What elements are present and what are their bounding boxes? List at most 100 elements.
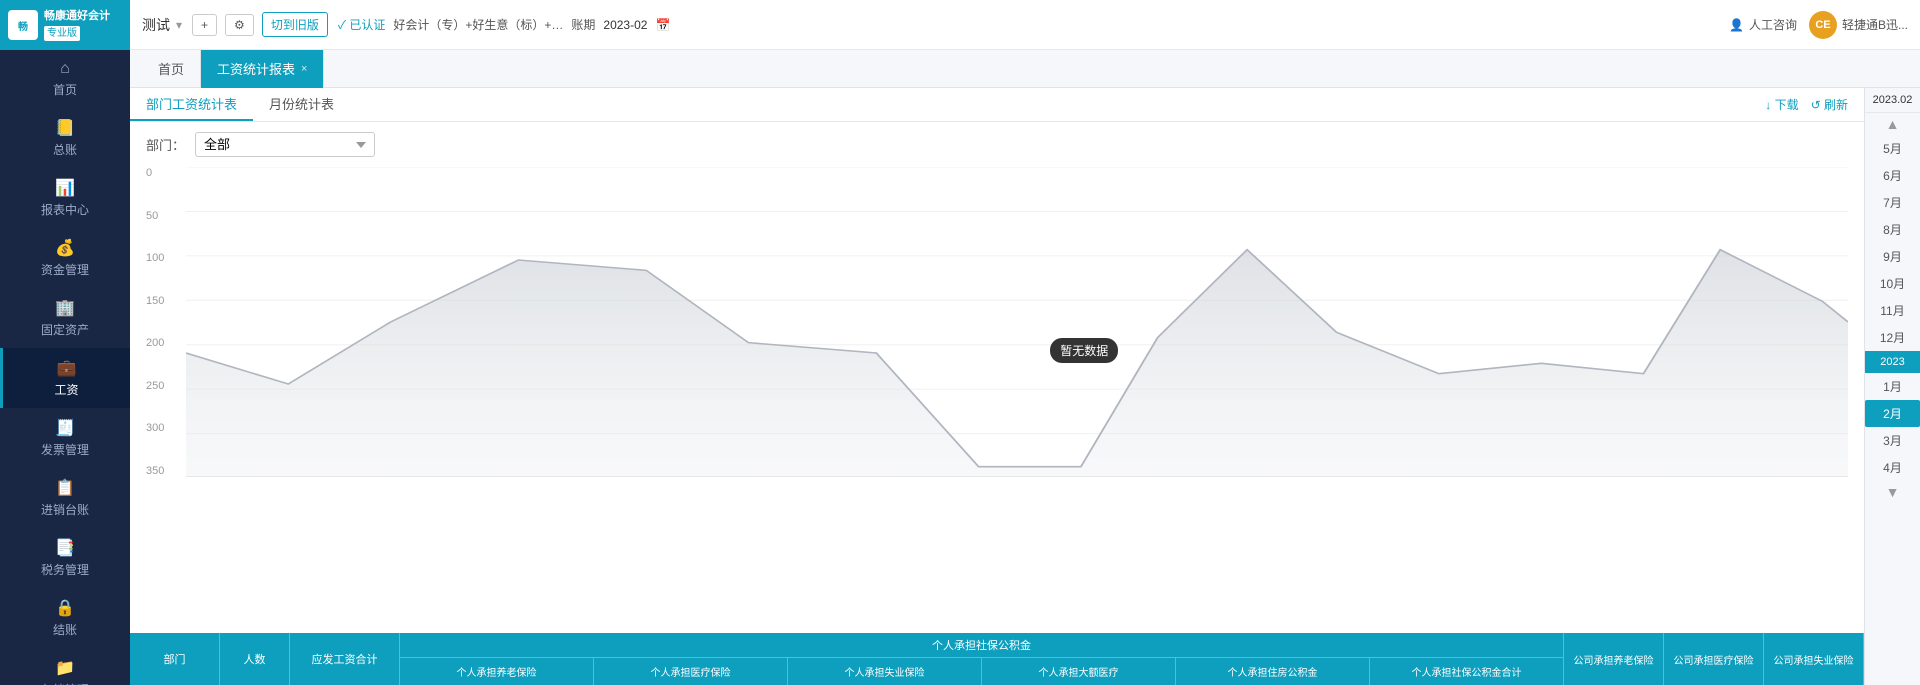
- topbar-right: 👤 人工咨询 CE 轻捷通B迅...: [1729, 11, 1908, 39]
- personal-col-5: 个人承担社保公积金合计: [1370, 658, 1563, 685]
- sidebar-item-close[interactable]: 🔒结账: [0, 588, 130, 648]
- content-wrapper: 部门工资统计表 月份统计表 ↓ 下载 ↺ 刷新 部门： 全部销售部技术部财务部行…: [130, 88, 1920, 685]
- chart-y-labels: 350300250200150100500: [146, 167, 186, 477]
- subtabs-row: 部门工资统计表 月份统计表 ↓ 下载 ↺ 刷新: [130, 88, 1864, 122]
- main-area: 测试 ▾ + ⚙ 切到旧版 ✓ 已认证 好会计（专）+好生意（标）+… 账期 2…: [130, 0, 1920, 685]
- sidebar-item-reports[interactable]: 📊报表中心: [0, 168, 130, 228]
- month-5[interactable]: 5月: [1865, 135, 1920, 162]
- y-label: 100: [146, 252, 186, 264]
- subtab-actions: ↓ 下载 ↺ 刷新: [1765, 96, 1848, 113]
- sidebar-item-invoice[interactable]: 🧾发票管理: [0, 408, 130, 468]
- y-label: 250: [146, 380, 186, 392]
- subtab-monthly[interactable]: 月份统计表: [253, 88, 350, 121]
- month-11[interactable]: 11月: [1865, 297, 1920, 324]
- funds-icon: 💰: [55, 238, 75, 258]
- topbar: 测试 ▾ + ⚙ 切到旧版 ✓ 已认证 好会计（专）+好生意（标）+… 账期 2…: [130, 0, 1920, 50]
- sidebar-item-label: 归档管理: [41, 681, 89, 685]
- download-button[interactable]: ↓ 下载: [1765, 96, 1798, 113]
- month-10[interactable]: 10月: [1865, 270, 1920, 297]
- personal-col-4: 个人承担住房公积金: [1176, 658, 1370, 685]
- topbar-status: ✓ 已认证 好会计（专）+好生意（标）+… 账期 2023-02 📅: [338, 16, 1719, 33]
- month-1[interactable]: 1月: [1865, 373, 1920, 400]
- year-display: 2023.02: [1865, 88, 1920, 113]
- dept-filter-label: 部门：: [146, 135, 185, 154]
- chart-svg: [186, 167, 1848, 477]
- col-company-unemp: 公司承担失业保险: [1764, 633, 1864, 685]
- personal-group-title: 个人承担社保公积金: [400, 633, 1563, 658]
- help-icon: 👤: [1729, 18, 1744, 32]
- sidebar-item-label: 结账: [53, 621, 77, 638]
- year-nav-down[interactable]: ▼: [1865, 481, 1920, 503]
- sidebar-item-assets[interactable]: 🏢 固定资产: [0, 288, 130, 348]
- tabbar: 首页 工资统计报表 ×: [130, 50, 1920, 88]
- month-7[interactable]: 7月: [1865, 189, 1920, 216]
- sidebar-item-ledger[interactable]: 📒 总账: [0, 108, 130, 168]
- user-menu[interactable]: CE 轻捷通B迅...: [1809, 11, 1908, 39]
- col-dept: 部门: [130, 633, 220, 685]
- month-2[interactable]: 2月: [1865, 400, 1920, 427]
- y-label: 150: [146, 295, 186, 307]
- invoice-icon: 🧾: [55, 418, 75, 438]
- sidebar-item-label: 进销台账: [41, 501, 89, 518]
- personal-group-children: 个人承担养老保险个人承担医疗保险个人承担失业保险个人承担大额医疗个人承担住房公积…: [400, 658, 1563, 685]
- archive-icon: 📁: [55, 658, 75, 678]
- month-9[interactable]: 9月: [1865, 243, 1920, 270]
- year-nav-up[interactable]: ▲: [1865, 113, 1920, 135]
- col-company-medical: 公司承担医疗保险: [1664, 633, 1764, 685]
- sidebar-item-tax[interactable]: 📑税务管理: [0, 528, 130, 588]
- assets-icon: 🏢: [55, 298, 75, 318]
- sidebar-item-label: 税务管理: [41, 561, 89, 578]
- certified-badge: ✓ 已认证: [338, 16, 386, 33]
- project-name: 测试: [142, 15, 170, 35]
- tab-close-icon[interactable]: ×: [301, 63, 307, 75]
- add-button[interactable]: +: [192, 14, 217, 36]
- y-label: 350: [146, 465, 186, 477]
- calendar-icon[interactable]: 📅: [655, 18, 670, 32]
- subtabs-left: 部门工资统计表 月份统计表: [130, 88, 350, 121]
- chevron-down-icon[interactable]: ▾: [176, 18, 182, 32]
- filterbar: 部门： 全部销售部技术部财务部行政部: [130, 122, 1864, 167]
- sidebar-item-archive[interactable]: 📁 归档管理: [0, 648, 130, 685]
- month-8[interactable]: 8月: [1865, 216, 1920, 243]
- chart-area: 350300250200150100500: [130, 167, 1864, 633]
- topbar-actions: + ⚙ 切到旧版: [192, 12, 328, 37]
- month-6[interactable]: 6月: [1865, 162, 1920, 189]
- table-header: 部门 人数 应发工资合计 个人承担社保公积金 个人承担养老保险个人承担医疗保险个…: [130, 633, 1864, 685]
- month-3[interactable]: 3月: [1865, 427, 1920, 454]
- chart-container: 350300250200150100500: [146, 167, 1848, 507]
- subtab-dept[interactable]: 部门工资统计表: [130, 88, 253, 121]
- sidebar: 畅 畅康通好会计 专业版 ⌂首页📒总账📊报表中心💰资金管理🏢固定资产💼工资🧾发票…: [0, 0, 130, 685]
- username: 轻捷通B迅...: [1842, 16, 1908, 33]
- settings-button[interactable]: ⚙: [225, 14, 254, 36]
- y-label: 0: [146, 167, 186, 179]
- sidebar-nav: ⌂首页 📒 总账 📊报表中心💰资金管理 🏢 固定资产 💼工资🧾发票管理📋进销台账📑税务管理🔒…: [0, 50, 130, 685]
- sidebar-item-label: 报表中心: [41, 201, 89, 218]
- home-icon: ⌂: [60, 60, 70, 78]
- sidebar-item-salary[interactable]: 💼工资: [0, 348, 130, 408]
- sidebar-item-sales[interactable]: 📋进销台账: [0, 468, 130, 528]
- tab-salary-report[interactable]: 工资统计报表 ×: [201, 50, 324, 88]
- month-12[interactable]: 12月: [1865, 324, 1920, 351]
- switch-version-button[interactable]: 切到旧版: [262, 12, 328, 37]
- sidebar-item-label: 固定资产: [41, 321, 89, 338]
- sidebar-item-label: 工资: [54, 381, 78, 398]
- personal-col-1: 个人承担医疗保险: [594, 658, 788, 685]
- col-group-personal: 个人承担社保公积金 个人承担养老保险个人承担医疗保险个人承担失业保险个人承担大额…: [400, 633, 1564, 685]
- col-salary: 应发工资合计: [290, 633, 400, 685]
- sidebar-item-funds[interactable]: 💰资金管理: [0, 228, 130, 288]
- month-4[interactable]: 4月: [1865, 454, 1920, 481]
- period-label: 账期: [571, 16, 595, 33]
- year-selector-panel: 2023.02 ▲ 5月 6月 7月 8月 9月 10月 11月 12月 202…: [1864, 88, 1920, 685]
- account-tags: 好会计（专）+好生意（标）+…: [393, 16, 563, 33]
- personal-col-3: 个人承担大额医疗: [982, 658, 1176, 685]
- sidebar-item-home[interactable]: ⌂首页: [0, 50, 130, 108]
- personal-col-0: 个人承担养老保险: [400, 658, 594, 685]
- project-selector[interactable]: 测试 ▾: [142, 15, 182, 35]
- tab-home[interactable]: 首页: [142, 50, 201, 88]
- year-2023-label: 2023: [1865, 351, 1920, 373]
- refresh-button[interactable]: ↺ 刷新: [1811, 96, 1848, 113]
- sidebar-item-label: 总账: [53, 141, 77, 158]
- dept-filter-select[interactable]: 全部销售部技术部财务部行政部: [195, 132, 375, 157]
- help-button[interactable]: 👤 人工咨询: [1729, 16, 1797, 33]
- ledger-icon: 📒: [55, 118, 75, 138]
